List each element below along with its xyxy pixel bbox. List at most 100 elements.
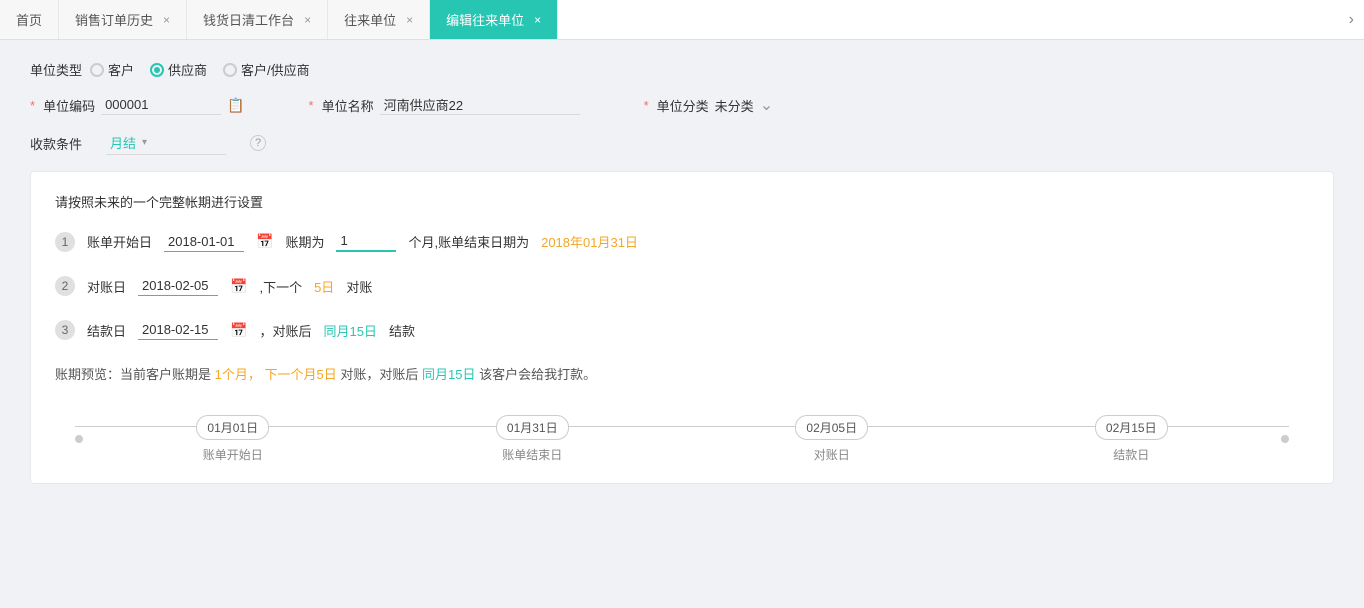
payment-terms-help-icon[interactable]: ? <box>250 135 266 151</box>
timeline-node-2: 01月31日 账单结束日 <box>496 415 569 463</box>
tab-bar: 首页 销售订单历史 × 钱货日清工作台 × 往来单位 × 编辑往来单位 × › <box>0 0 1364 40</box>
radio-customer[interactable]: 客户 <box>90 60 134 79</box>
preview-label: 账期预览：当前客户账期是 <box>55 367 211 382</box>
timeline-label-3: 对账日 <box>814 446 850 463</box>
period-calendar-1-icon[interactable]: 📅 <box>256 233 273 250</box>
unit-classify-star: * <box>644 98 649 113</box>
tab-home-label: 首页 <box>16 10 42 29</box>
period-label-1: 账单开始日 <box>87 232 152 251</box>
period-highlight-3: 同月15日 <box>323 321 376 340</box>
timeline-label-1: 账单开始日 <box>203 446 263 463</box>
period-suffix-3b: 结款 <box>389 321 415 340</box>
radio-supplier-label: 供应商 <box>168 60 207 79</box>
unit-code-group: * 单位编码 📋 <box>30 95 245 115</box>
tab-partner-unit-close[interactable]: × <box>406 13 413 27</box>
period-date-3[interactable] <box>138 320 218 340</box>
tab-home[interactable]: 首页 <box>0 0 59 39</box>
timeline-start-dot <box>75 435 83 443</box>
page-content: 单位类型 客户 供应商 客户/供应商 * 单位编码 📋 * <box>0 40 1364 608</box>
unit-code-star: * <box>30 98 35 113</box>
tab-sales-history[interactable]: 销售订单历史 × <box>59 0 187 39</box>
period-month-input[interactable] <box>336 231 396 252</box>
tab-cash-work[interactable]: 钱货日清工作台 × <box>187 0 328 39</box>
timeline-badge-3: 02月05日 <box>795 415 868 440</box>
period-calendar-2-icon[interactable]: 📅 <box>230 278 247 295</box>
preview-end: 该客户会给我打款。 <box>479 367 596 382</box>
period-suffix-2b: 对账 <box>346 277 372 296</box>
unit-name-label: 单位名称 <box>322 96 374 115</box>
period-title: 请按照未来的一个完整帐期进行设置 <box>55 192 1309 211</box>
period-suffix-2a: ,下一个 <box>259 277 302 296</box>
radio-customer-circle <box>90 63 104 77</box>
period-highlight-2: 5日 <box>314 277 334 296</box>
period-suffix-1b: 个月,账单结束日期为 <box>408 232 529 251</box>
unit-name-input[interactable] <box>380 95 580 115</box>
radio-group: 客户 供应商 客户/供应商 <box>90 60 310 79</box>
preview-span1: 1个月， <box>215 367 261 382</box>
timeline-badge-2: 01月31日 <box>496 415 569 440</box>
timeline-node-4: 02月15日 结款日 <box>1095 415 1168 463</box>
unit-classify-label: 单位分类 <box>657 96 709 115</box>
timeline-label-2: 账单结束日 <box>502 446 562 463</box>
unit-classify-value: 未分类 <box>715 96 754 115</box>
timeline-label-4: 结款日 <box>1113 446 1149 463</box>
unit-name-group: * 单位名称 <box>309 95 580 115</box>
payment-terms-row: 收款条件 月结 ▾ ? <box>30 131 1334 155</box>
unit-code-icon[interactable]: 📋 <box>227 97 244 114</box>
period-card: 请按照未来的一个完整帐期进行设置 1 账单开始日 📅 账期为 个月,账单结束日期… <box>30 171 1334 484</box>
period-calendar-3-icon[interactable]: 📅 <box>230 322 247 339</box>
tab-partner-unit[interactable]: 往来单位 × <box>328 0 430 39</box>
timeline-node-3: 02月05日 对账日 <box>795 415 868 463</box>
radio-supplier[interactable]: 供应商 <box>150 60 207 79</box>
period-date-1[interactable] <box>164 232 244 252</box>
payment-terms-select[interactable]: 月结 ▾ <box>106 131 226 155</box>
unit-classify-group: * 单位分类 未分类 ⌄ <box>644 95 895 115</box>
timeline-badge-1: 01月01日 <box>196 415 269 440</box>
tab-edit-partner-close[interactable]: × <box>534 13 541 27</box>
period-suffix-3a: ，对账后 <box>259 321 311 340</box>
radio-supplier-circle <box>150 63 164 77</box>
period-row-1: 1 账单开始日 📅 账期为 个月,账单结束日期为 2018年01月31日 <box>55 231 1309 252</box>
classify-chevron-down-icon: ⌄ <box>760 95 773 115</box>
unit-classify-dropdown[interactable]: 未分类 ⌄ <box>715 95 895 115</box>
tab-sales-history-close[interactable]: × <box>163 13 170 27</box>
timeline: 01月01日 账单开始日 01月31日 账单结束日 02月05日 对账日 02月… <box>55 407 1309 463</box>
payment-terms-arrow-icon: ▾ <box>142 137 147 148</box>
period-date-2[interactable] <box>138 276 218 296</box>
period-label-2: 对账日 <box>87 277 126 296</box>
period-number-2: 2 <box>55 276 75 296</box>
unit-type-label: 单位类型 <box>30 60 82 79</box>
radio-both[interactable]: 客户/供应商 <box>223 60 310 79</box>
period-label-3: 结款日 <box>87 321 126 340</box>
radio-customer-label: 客户 <box>108 60 134 79</box>
period-suffix-1a: 账期为 <box>285 232 324 251</box>
payment-terms-label: 收款条件 <box>30 134 82 153</box>
unit-code-input[interactable] <box>101 95 221 115</box>
preview-mid: 对账，对账后 <box>340 367 418 382</box>
tab-partner-unit-label: 往来单位 <box>344 10 396 29</box>
unit-type-row: 单位类型 客户 供应商 客户/供应商 <box>30 60 1334 79</box>
timeline-badge-4: 02月15日 <box>1095 415 1168 440</box>
period-row-2: 2 对账日 📅 ,下一个 5日 对账 <box>55 276 1309 296</box>
tab-edit-partner[interactable]: 编辑往来单位 × <box>430 0 558 39</box>
radio-both-circle <box>223 63 237 77</box>
preview-span2: 下一个月5日 <box>265 367 337 382</box>
preview-text: 账期预览：当前客户账期是 1个月， 下一个月5日 对账，对账后 同月15日 该客… <box>55 364 1309 383</box>
payment-terms-value: 月结 <box>110 133 136 152</box>
unit-code-label: 单位编码 <box>43 96 95 115</box>
tab-sales-history-label: 销售订单历史 <box>75 10 153 29</box>
tab-more-arrow[interactable]: › <box>1339 0 1364 39</box>
unit-name-star: * <box>309 98 314 113</box>
period-row-3: 3 结款日 📅 ，对账后 同月15日 结款 <box>55 320 1309 340</box>
period-end-date-1: 2018年01月31日 <box>541 232 638 251</box>
period-number-3: 3 <box>55 320 75 340</box>
preview-span3: 同月15日 <box>422 367 475 382</box>
timeline-end-dot <box>1281 435 1289 443</box>
radio-both-label: 客户/供应商 <box>241 60 310 79</box>
period-number-1: 1 <box>55 232 75 252</box>
tab-cash-work-close[interactable]: × <box>304 13 311 27</box>
unit-info-row: * 单位编码 📋 * 单位名称 * 单位分类 未分类 ⌄ <box>30 95 1334 115</box>
tab-edit-partner-label: 编辑往来单位 <box>446 10 524 29</box>
tab-cash-work-label: 钱货日清工作台 <box>203 10 294 29</box>
timeline-node-1: 01月01日 账单开始日 <box>196 415 269 463</box>
